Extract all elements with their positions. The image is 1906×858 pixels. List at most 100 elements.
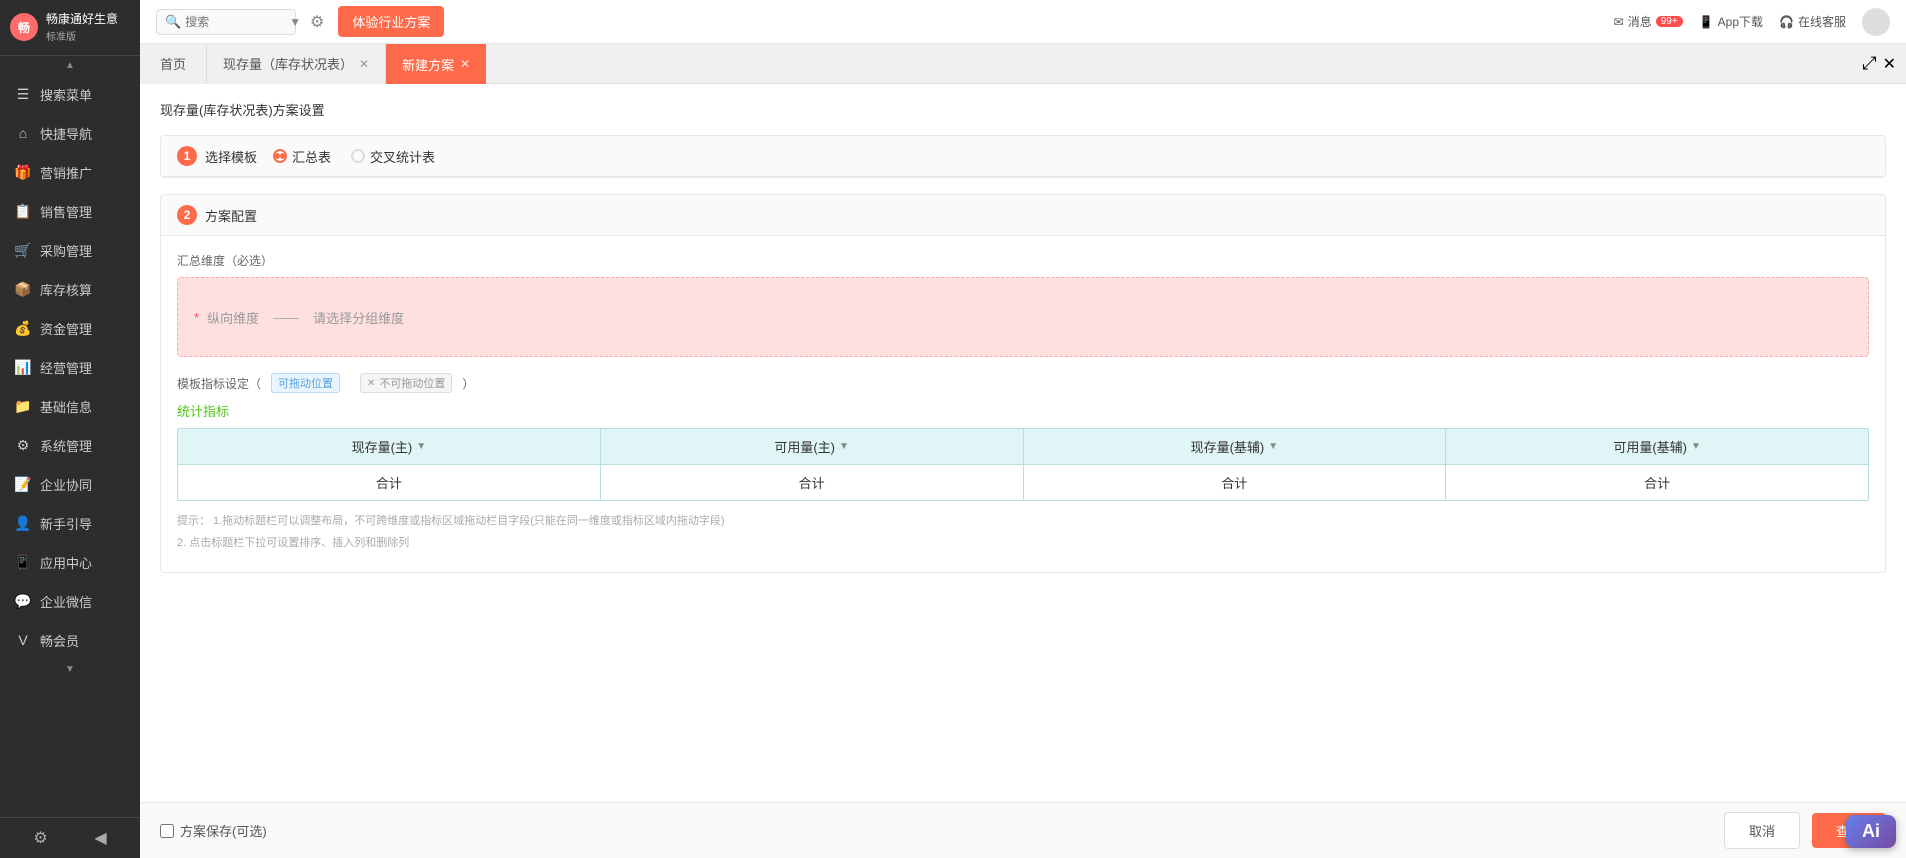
- col-chevron-2[interactable]: ▼: [1268, 441, 1278, 452]
- section-config-header: 2 方案配置: [161, 195, 1885, 236]
- sidebar-item-member[interactable]: V 畅会员: [0, 621, 140, 660]
- search-box[interactable]: 🔍 ▼: [156, 9, 296, 35]
- metrics-table: 现存量(主) ▼ 可用量(主) ▼ 现存量(基辅) ▼ 可用量(基辅): [177, 428, 1869, 501]
- sidebar-item-quicknav[interactable]: ⌂ 快捷导航: [0, 114, 140, 153]
- close-icon[interactable]: ✕: [1883, 54, 1896, 74]
- sidebar-item-operations[interactable]: 📊 经营管理: [0, 348, 140, 387]
- cell-1: 合计: [601, 465, 1024, 500]
- sidebar-item-label: 企业微信: [40, 592, 92, 611]
- footer-save: 方案保存(可选): [160, 821, 267, 840]
- cell-3: 合计: [1446, 465, 1868, 500]
- ai-button[interactable]: Ai: [1846, 815, 1896, 848]
- dim-arrow: ——: [273, 310, 299, 325]
- col-chevron-1[interactable]: ▼: [839, 441, 849, 452]
- sidebar-item-system[interactable]: ⚙ 系统管理: [0, 426, 140, 465]
- sidebar-item-label: 库存核算: [40, 280, 92, 299]
- footer: 方案保存(可选) 取消 查询: [140, 802, 1906, 858]
- sidebar-item-label: 资金管理: [40, 319, 92, 338]
- sidebar-item-label: 新手引导: [40, 514, 92, 533]
- gift-icon: 🎁: [14, 163, 32, 181]
- metrics-table-row: 合计 合计 合计 合计: [178, 464, 1868, 500]
- sales-icon: 📋: [14, 202, 32, 220]
- sidebar-item-label: 畅会员: [40, 631, 79, 650]
- cell-2: 合计: [1024, 465, 1447, 500]
- radio-cross[interactable]: 交叉统计表: [351, 147, 435, 166]
- search-dropdown-btn[interactable]: ▼: [289, 15, 301, 29]
- online-support-btn[interactable]: 🎧 在线客服: [1779, 13, 1846, 30]
- sidebar-item-marketing[interactable]: 🎁 营销推广: [0, 153, 140, 192]
- settings-icon[interactable]: ⚙: [33, 828, 47, 848]
- col-current-main[interactable]: 现存量(主) ▼: [178, 429, 601, 464]
- sidebar-item-label: 应用中心: [40, 553, 92, 572]
- tab-home[interactable]: 首页: [140, 44, 207, 84]
- metrics-setting-label: 模板指标设定（ 可拖动位置 ✕ 不可拖动位置 ）: [177, 373, 1869, 393]
- col-current-aux[interactable]: 现存量(基辅) ▼: [1024, 429, 1447, 464]
- save-checkbox[interactable]: [160, 824, 174, 838]
- col-chevron-3[interactable]: ▼: [1691, 441, 1701, 452]
- main-area: 🔍 ▼ ⚙ 体验行业方案 ✉ 消息 99+ 📱 App下载 🎧 在线客服: [140, 0, 1906, 858]
- contract-icon: 📝: [14, 475, 32, 493]
- collapse-icon[interactable]: ◀: [94, 828, 106, 848]
- sidebar-item-wechat[interactable]: 💬 企业微信: [0, 582, 140, 621]
- sidebar-item-newuser[interactable]: 👤 新手引导: [0, 504, 140, 543]
- col-available-aux[interactable]: 可用量(基辅) ▼: [1446, 429, 1868, 464]
- col-available-main[interactable]: 可用量(主) ▼: [601, 429, 1024, 464]
- radio-summary-circle: [273, 149, 287, 163]
- tab-new-plan[interactable]: 新建方案 ✕: [386, 44, 486, 84]
- newuser-icon: 👤: [14, 514, 32, 532]
- app-download-btn[interactable]: 📱 App下载: [1699, 13, 1763, 30]
- expand-icon[interactable]: ⤢: [1862, 53, 1876, 74]
- gear-icon[interactable]: ⚙: [310, 12, 324, 32]
- radio-summary[interactable]: 汇总表: [273, 147, 331, 166]
- sidebar-item-label: 企业协同: [40, 475, 92, 494]
- content-area: 现存量(库存状况表)方案设置 1 选择模板 汇总表 交叉统计表: [140, 84, 1906, 802]
- sidebar-item-label: 营销推广: [40, 163, 92, 182]
- col-chevron-0[interactable]: ▼: [416, 441, 426, 452]
- message-btn[interactable]: ✉ 消息 99+: [1614, 13, 1683, 30]
- sidebar-scroll-up[interactable]: ▲: [0, 56, 140, 75]
- sidebar-item-basic[interactable]: 📁 基础信息: [0, 387, 140, 426]
- sidebar-logo: 畅 畅康通好生意 标准版: [0, 0, 140, 56]
- section-template: 1 选择模板 汇总表 交叉统计表: [160, 135, 1886, 178]
- tab-close-new-plan[interactable]: ✕: [460, 57, 470, 71]
- sidebar-item-label: 经营管理: [40, 358, 92, 377]
- sidebar-item-sales[interactable]: 📋 销售管理: [0, 192, 140, 231]
- sidebar-item-label: 系统管理: [40, 436, 92, 455]
- draggable-badge: 可拖动位置: [271, 373, 340, 393]
- sidebar-item-purchase[interactable]: 🛒 采购管理: [0, 231, 140, 270]
- logo-text: 畅康通好生意 标准版: [46, 12, 118, 43]
- radio-cross-circle: [351, 149, 365, 163]
- section-template-header: 1 选择模板 汇总表 交叉统计表: [161, 136, 1885, 177]
- non-draggable-badge: ✕ 不可拖动位置: [360, 373, 452, 393]
- topbar-right: ✉ 消息 99+ 📱 App下载 🎧 在线客服: [1614, 8, 1890, 36]
- dim-box[interactable]: * 纵向维度 —— 请选择分组维度: [177, 277, 1869, 357]
- sidebar-item-apps[interactable]: 📱 应用中心: [0, 543, 140, 582]
- sidebar-item-inventory[interactable]: 📦 库存核算: [0, 270, 140, 309]
- dim-required-mark: *: [194, 310, 199, 325]
- search-icon: 🔍: [165, 14, 181, 30]
- trial-button[interactable]: 体验行业方案: [338, 6, 444, 37]
- hints: 提示： 1.拖动标题栏可以调整布局，不可跨维度或指标区域拖动栏目字段(只能在同一…: [177, 513, 1869, 552]
- sidebar-item-search[interactable]: ☰ 搜索菜单: [0, 75, 140, 114]
- search-input[interactable]: [185, 15, 285, 29]
- cancel-button[interactable]: 取消: [1724, 812, 1800, 849]
- inventory-icon: 📦: [14, 280, 32, 298]
- sidebar-item-label: 搜索菜单: [40, 85, 92, 104]
- sidebar-item-label: 快捷导航: [40, 124, 92, 143]
- cell-0: 合计: [178, 465, 601, 500]
- page-title: 现存量(库存状况表)方案设置: [160, 100, 1886, 119]
- sidebar-item-contract[interactable]: 📝 企业协同: [0, 465, 140, 504]
- template-radio-group: 汇总表 交叉统计表: [273, 147, 435, 166]
- dim-label: 汇总维度（必选）: [177, 252, 1869, 269]
- topbar: 🔍 ▼ ⚙ 体验行业方案 ✉ 消息 99+ 📱 App下载 🎧 在线客服: [140, 0, 1906, 44]
- sidebar: 畅 畅康通好生意 标准版 ▲ ☰ 搜索菜单 ⌂ 快捷导航 🎁 营销推广 📋 销售…: [0, 0, 140, 858]
- user-avatar[interactable]: [1862, 8, 1890, 36]
- phone-icon: 📱: [1699, 15, 1714, 29]
- sidebar-scroll-down[interactable]: ▼: [0, 660, 140, 679]
- sidebar-item-label: 采购管理: [40, 241, 92, 260]
- sidebar-item-finance[interactable]: 💰 资金管理: [0, 309, 140, 348]
- tab-close-inventory[interactable]: ✕: [359, 57, 369, 71]
- tab-expand: ⤢ ✕: [1852, 53, 1906, 74]
- hint-1: 提示： 1.拖动标题栏可以调整布局，不可跨维度或指标区域拖动栏目字段(只能在同一…: [177, 513, 1869, 531]
- tab-inventory[interactable]: 现存量（库存状况表） ✕: [207, 44, 386, 84]
